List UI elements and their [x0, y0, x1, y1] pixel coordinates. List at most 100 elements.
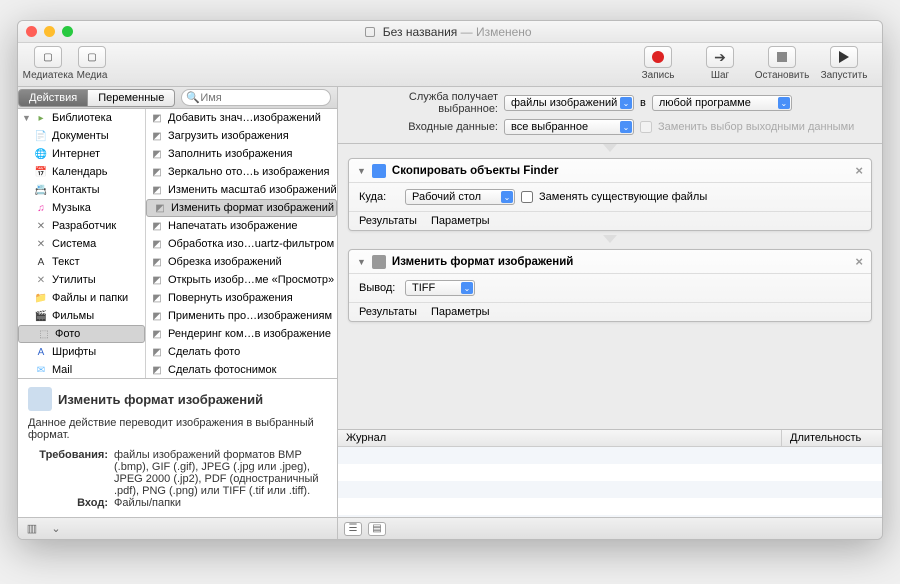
close-window-icon[interactable] — [26, 26, 37, 37]
card-header: ▼ Изменить формат изображений × — [349, 250, 871, 274]
category-item[interactable]: AШрифты — [18, 343, 145, 361]
toolbar-label: Запись — [642, 70, 675, 81]
action-icon: ◩ — [150, 273, 164, 287]
action-icon: ◩ — [150, 111, 164, 125]
info-input: Вход: Файлы/папки — [28, 497, 327, 509]
action-item[interactable]: ◩Открыть изобр…ме «Просмотр» — [146, 271, 337, 289]
results-tab[interactable]: Результаты — [359, 215, 417, 227]
content-area: Действия Переменные 🔍 ▼▸Библиотека📄Докум… — [18, 87, 882, 539]
category-icon: 🎬 — [34, 309, 48, 323]
category-item[interactable]: 📁Файлы и папки — [18, 289, 145, 307]
workflow-canvas[interactable]: ▼ Скопировать объекты Finder × Куда: Раб… — [338, 144, 882, 429]
action-item[interactable]: ◩Применить про…изображениям — [146, 307, 337, 325]
library-pane: Действия Переменные 🔍 ▼▸Библиотека📄Докум… — [18, 87, 338, 539]
card-header: ▼ Скопировать объекты Finder × — [349, 159, 871, 183]
category-icon: A — [34, 345, 48, 359]
action-list[interactable]: ◩ Добавить знач…изображений ◩Загрузить изо… — [146, 109, 337, 378]
action-label: Применить про…изображениям — [168, 310, 332, 322]
action-item[interactable]: ◩Рендеринг ком…в изображение — [146, 325, 337, 343]
params-tab[interactable]: Параметры — [431, 215, 490, 227]
media-button[interactable]: ▢Медиа — [70, 46, 114, 81]
input-data-label: Входные данные: — [348, 121, 498, 133]
action-icon: ◩ — [150, 237, 164, 251]
input-data-select[interactable]: все выбранное — [504, 119, 634, 135]
category-item[interactable]: ✉Mail — [18, 361, 145, 378]
output-format-select[interactable]: TIFF — [405, 280, 475, 296]
category-label: Библиотека — [52, 112, 112, 124]
record-button[interactable]: Запись — [628, 46, 688, 81]
connector-icon — [348, 144, 872, 154]
category-item[interactable]: 📄Документы — [18, 127, 145, 145]
category-item[interactable]: ▼▸Библиотека — [18, 109, 145, 127]
results-tab[interactable]: Результаты — [359, 306, 417, 318]
action-label: Обработка изо…uartz-фильтром — [168, 238, 334, 250]
log-col-duration[interactable]: Длительность — [782, 430, 882, 446]
hide-library-icon[interactable]: ▥ — [24, 522, 40, 536]
zoom-window-icon[interactable] — [62, 26, 73, 37]
stop-button[interactable]: Остановить — [752, 46, 812, 81]
toolbar-icon — [644, 46, 672, 68]
window-title: Без названия — Изменено — [73, 25, 824, 39]
category-label: Mail — [52, 364, 72, 376]
action-item[interactable]: ◩Загрузить изображения — [146, 127, 337, 145]
category-item[interactable]: ✕Утилиты — [18, 271, 145, 289]
action-item[interactable]: ◩Повернуть изображения — [146, 289, 337, 307]
log-view-detail-icon[interactable]: ▤ — [368, 522, 386, 536]
in-app-select[interactable]: любой программе — [652, 95, 792, 111]
action-item[interactable]: ◩ Обработка изо…uartz-фильтром — [146, 235, 337, 253]
step-button[interactable]: Шаг — [690, 46, 750, 81]
action-item[interactable]: ◩Сделать фотоснимок — [146, 361, 337, 378]
library-button[interactable]: ▢Медиатека — [26, 46, 70, 81]
category-item[interactable]: ✕Система — [18, 235, 145, 253]
search-input[interactable] — [181, 89, 331, 106]
category-icon: ✕ — [34, 237, 48, 251]
workflow-pane: Служба получает выбранное: файлы изображ… — [338, 87, 882, 539]
disclosure-triangle-icon[interactable]: ▼ — [357, 257, 366, 267]
category-icon: ♫ — [34, 201, 48, 215]
action-label: Изменить формат изображений — [171, 202, 334, 214]
category-item[interactable]: ⬚Фото — [18, 325, 145, 343]
action-item[interactable]: ◩Изменить формат изображений — [146, 199, 337, 217]
params-tab[interactable]: Параметры — [431, 306, 490, 318]
category-label: Музыка — [52, 202, 91, 214]
action-card-copy-finder[interactable]: ▼ Скопировать объекты Finder × Куда: Раб… — [348, 158, 872, 231]
category-item[interactable]: 🌐Интернет — [18, 145, 145, 163]
action-item[interactable]: ◩Сделать фото — [146, 343, 337, 361]
tab-actions[interactable]: Действия — [18, 89, 88, 107]
category-item[interactable]: ✕Разработчик — [18, 217, 145, 235]
disclosure-triangle-icon[interactable]: ▼ — [22, 113, 30, 123]
action-item[interactable]: ◩Напечатать изображение — [146, 217, 337, 235]
info-title-row: Изменить формат изображений — [28, 387, 327, 411]
category-item[interactable]: 📇Контакты — [18, 181, 145, 199]
dest-select[interactable]: Рабочий стол — [405, 189, 515, 205]
log-col-journal[interactable]: Журнал — [338, 430, 782, 446]
action-item[interactable]: ◩Зеркально ото…ь изображения — [146, 163, 337, 181]
log-view-list-icon[interactable]: ☰ — [344, 522, 362, 536]
category-item[interactable]: AТекст — [18, 253, 145, 271]
action-item[interactable]: ◩Изменить масштаб изображений — [146, 181, 337, 199]
toolbar-label: Остановить — [755, 70, 810, 81]
category-list[interactable]: ▼▸Библиотека📄Документы🌐Интернет📅Календар… — [18, 109, 146, 378]
action-card-change-format[interactable]: ▼ Изменить формат изображений × Вывод: T… — [348, 249, 872, 322]
replace-existing-checkbox[interactable] — [521, 191, 533, 203]
category-item[interactable]: ♫ Музыка — [18, 199, 145, 217]
minimize-window-icon[interactable] — [44, 26, 55, 37]
run-button[interactable]: Запустить — [814, 46, 874, 81]
action-label: Добавить знач…изображений — [168, 112, 321, 124]
action-icon: ◩ — [150, 345, 164, 359]
action-item[interactable]: ◩Обрезка изображений — [146, 253, 337, 271]
library-footer: ▥ ⌄ — [18, 517, 337, 539]
tab-variables[interactable]: Переменные — [88, 89, 175, 107]
close-icon[interactable]: × — [855, 163, 863, 178]
close-icon[interactable]: × — [855, 254, 863, 269]
info-description: Данное действие переводит изображения в … — [28, 417, 327, 441]
action-item[interactable]: ◩Заполнить изображения — [146, 145, 337, 163]
category-item[interactable]: 📅Календарь — [18, 163, 145, 181]
disclosure-triangle-icon[interactable]: ▼ — [357, 166, 366, 176]
footer-menu-icon[interactable]: ⌄ — [48, 522, 64, 536]
action-item[interactable]: ◩ Добавить знач…изображений — [146, 109, 337, 127]
category-item[interactable]: 🎬Фильмы — [18, 307, 145, 325]
toolbar-label: Шаг — [711, 70, 729, 81]
receives-select[interactable]: файлы изображений — [504, 95, 634, 111]
info-req-text: файлы изображений форматов BMP (.bmp), G… — [114, 449, 327, 497]
